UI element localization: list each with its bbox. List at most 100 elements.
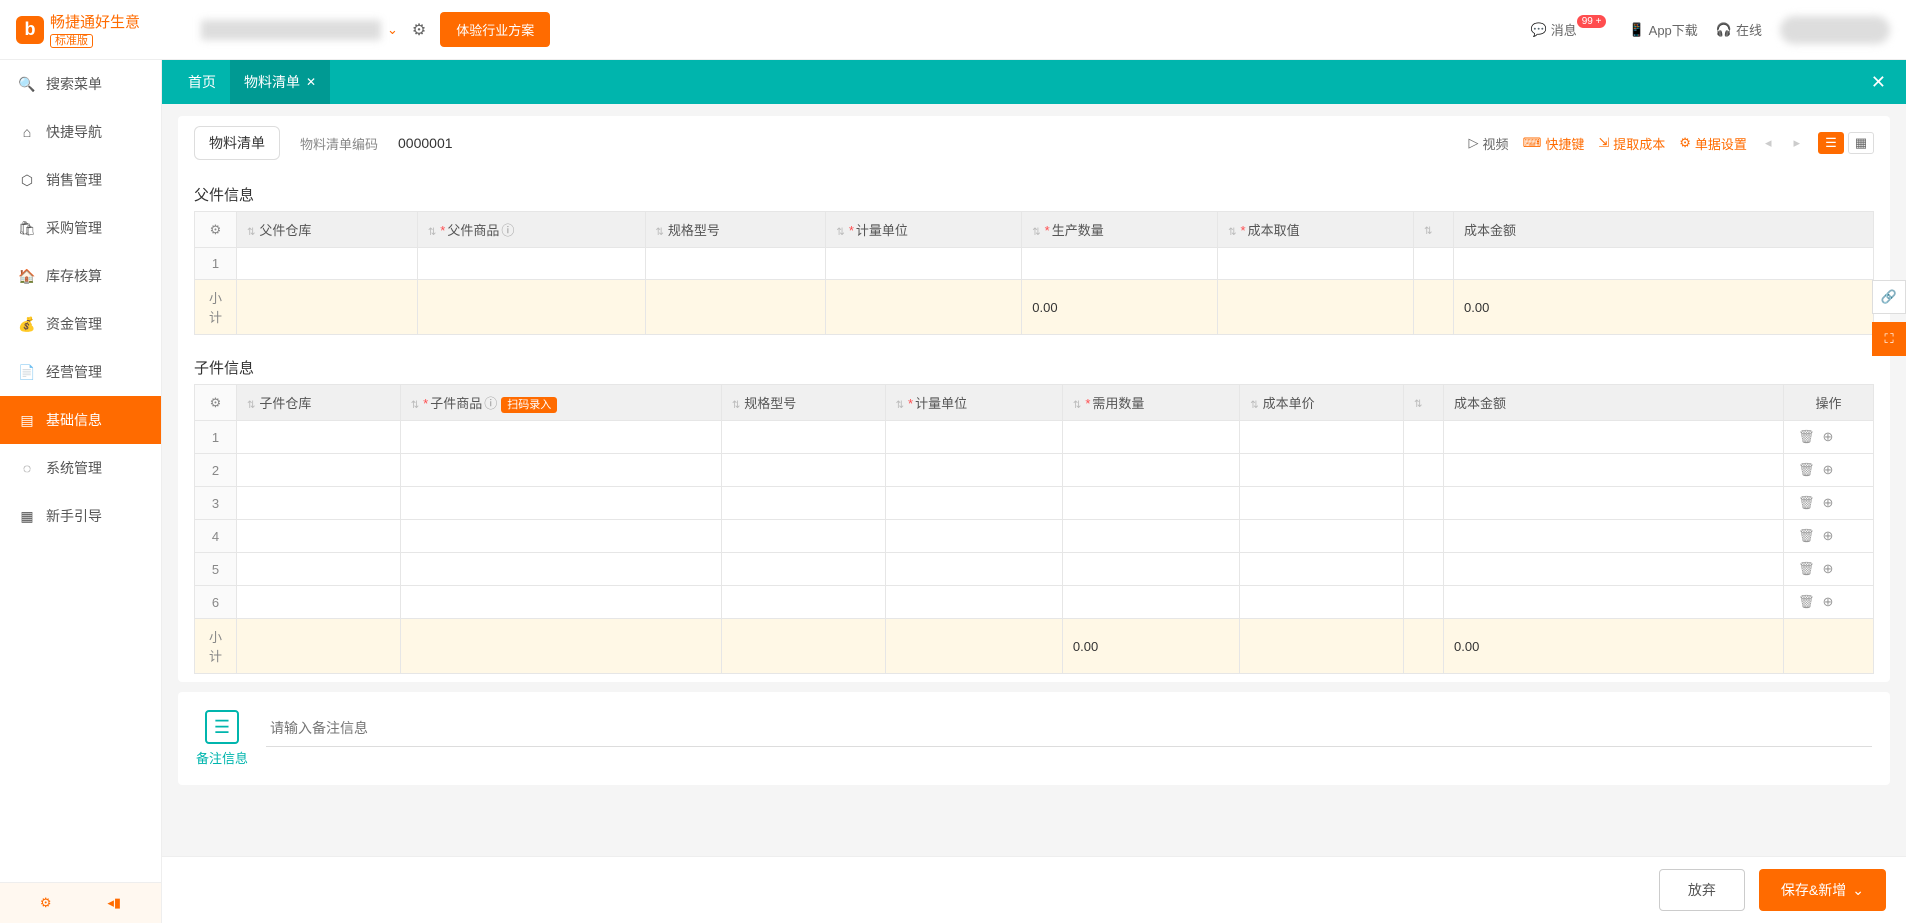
cell-blank[interactable]	[1404, 520, 1444, 553]
col-parent-wh[interactable]: ⇅父件仓库	[237, 212, 418, 248]
cell-goods[interactable]	[400, 553, 721, 586]
tab-home[interactable]: 首页	[174, 60, 230, 104]
sidebar-item-search[interactable]: 🔍搜索菜单	[0, 60, 161, 108]
video-link[interactable]: ▷视频	[1469, 134, 1509, 153]
child-row[interactable]: 3🗑⊕	[195, 487, 1874, 520]
extract-cost-link[interactable]: ⇲提取成本	[1598, 134, 1665, 153]
cell-costprice[interactable]	[1240, 586, 1404, 619]
cell-goods[interactable]	[400, 454, 721, 487]
cell-spec[interactable]	[721, 454, 885, 487]
cell-wh[interactable]	[237, 586, 401, 619]
cell-costsrc[interactable]	[1218, 248, 1414, 280]
cell-wh[interactable]	[237, 487, 401, 520]
col-child-wh[interactable]: ⇅子件仓库	[237, 385, 401, 421]
next-doc-icon[interactable]: ▸	[1789, 135, 1804, 151]
col-child-goods[interactable]: ⇅*子件商品ⓘ扫码录入	[400, 385, 721, 421]
cell-unit[interactable]	[826, 248, 1022, 280]
parent-row[interactable]: 1	[195, 248, 1874, 280]
cell-blank[interactable]	[1404, 454, 1444, 487]
child-row[interactable]: 2🗑⊕	[195, 454, 1874, 487]
sidebar-item-fund[interactable]: 💰资金管理	[0, 300, 161, 348]
cell-unit[interactable]	[885, 586, 1062, 619]
attachment-float-icon[interactable]: 🔗	[1872, 280, 1906, 314]
col-parent-qty[interactable]: ⇅*生产数量	[1022, 212, 1218, 248]
shortcut-link[interactable]: ⌨快捷键	[1523, 134, 1585, 153]
cell-wh[interactable]	[237, 248, 418, 280]
cell-qty[interactable]	[1062, 421, 1239, 454]
cell-goods[interactable]	[417, 248, 645, 280]
user-avatar-blurred[interactable]	[1780, 16, 1890, 44]
col-blank[interactable]: ⇅	[1404, 385, 1444, 421]
delete-row-icon[interactable]: 🗑	[1798, 528, 1815, 543]
cell-wh[interactable]	[237, 454, 401, 487]
cell-unit[interactable]	[885, 421, 1062, 454]
cell-spec[interactable]	[721, 421, 885, 454]
child-row[interactable]: 4🗑⊕	[195, 520, 1874, 553]
cell-costprice[interactable]	[1240, 553, 1404, 586]
save-and-new-button[interactable]: 保存&新增 ⌄	[1759, 869, 1886, 911]
cell-spec[interactable]	[721, 553, 885, 586]
cell-costamt[interactable]	[1444, 454, 1784, 487]
cell-qty[interactable]	[1062, 520, 1239, 553]
cell-costamt[interactable]	[1444, 487, 1784, 520]
cell-costamt[interactable]	[1444, 520, 1784, 553]
tab-close-icon[interactable]: ✕	[306, 75, 316, 89]
cell-costamt[interactable]	[1444, 586, 1784, 619]
delete-row-icon[interactable]: 🗑	[1798, 495, 1815, 510]
doc-settings-link[interactable]: ⚙单据设置	[1679, 134, 1747, 153]
sidebar-item-nav[interactable]: ⌂快捷导航	[0, 108, 161, 156]
add-row-icon[interactable]: ⊕	[1823, 429, 1834, 444]
cell-costprice[interactable]	[1240, 421, 1404, 454]
cell-unit[interactable]	[885, 454, 1062, 487]
add-row-icon[interactable]: ⊕	[1823, 561, 1834, 576]
cell-blank[interactable]	[1404, 487, 1444, 520]
grid-view-toggle[interactable]: ▦	[1848, 132, 1874, 154]
col-parent-costsrc[interactable]: ⇅*成本取值	[1218, 212, 1414, 248]
info-icon[interactable]: ⓘ	[501, 223, 514, 238]
cell-wh[interactable]	[237, 553, 401, 586]
settings-gear-icon[interactable]: ⚙	[412, 20, 426, 40]
cell-goods[interactable]	[400, 586, 721, 619]
expand-float-icon[interactable]: ⛶	[1872, 322, 1906, 356]
cell-qty[interactable]	[1022, 248, 1218, 280]
delete-row-icon[interactable]: 🗑	[1798, 594, 1815, 609]
cell-costamt[interactable]	[1444, 421, 1784, 454]
delete-row-icon[interactable]: 🗑	[1798, 462, 1815, 477]
cell-qty[interactable]	[1062, 487, 1239, 520]
sidebar-item-sales[interactable]: ⬡销售管理	[0, 156, 161, 204]
sidebar-item-system[interactable]: ◌系统管理	[0, 444, 161, 492]
remarks-input[interactable]	[266, 710, 1872, 747]
col-child-costamt[interactable]: 成本金额	[1444, 385, 1784, 421]
cell-blank[interactable]	[1404, 553, 1444, 586]
close-all-tabs-icon[interactable]: ✕	[1863, 72, 1894, 93]
add-row-icon[interactable]: ⊕	[1823, 594, 1834, 609]
tab-bom[interactable]: 物料清单 ✕	[230, 60, 330, 104]
col-parent-spec[interactable]: ⇅规格型号	[645, 212, 826, 248]
cell-blank[interactable]	[1414, 248, 1454, 280]
sidebar-item-purchase[interactable]: 🛍采购管理	[0, 204, 161, 252]
cell-qty[interactable]	[1062, 586, 1239, 619]
cell-costamt[interactable]	[1454, 248, 1874, 280]
add-row-icon[interactable]: ⊕	[1823, 495, 1834, 510]
cell-spec[interactable]	[721, 487, 885, 520]
cell-costprice[interactable]	[1240, 520, 1404, 553]
scan-badge[interactable]: 扫码录入	[501, 397, 557, 413]
add-row-icon[interactable]: ⊕	[1823, 462, 1834, 477]
app-download-link[interactable]: 📱 App下载	[1628, 20, 1697, 39]
cell-qty[interactable]	[1062, 553, 1239, 586]
cell-unit[interactable]	[885, 487, 1062, 520]
col-child-unit[interactable]: ⇅*计量单位	[885, 385, 1062, 421]
child-row[interactable]: 6🗑⊕	[195, 586, 1874, 619]
col-parent-unit[interactable]: ⇅*计量单位	[826, 212, 1022, 248]
sidebar-item-guide[interactable]: ▦新手引导	[0, 492, 161, 540]
cell-spec[interactable]	[645, 248, 826, 280]
cell-qty[interactable]	[1062, 454, 1239, 487]
discard-button[interactable]: 放弃	[1659, 869, 1745, 911]
col-parent-costamt[interactable]: 成本金额	[1454, 212, 1874, 248]
sidebar-settings-icon[interactable]: ⚙	[40, 895, 52, 911]
col-child-spec[interactable]: ⇅规格型号	[721, 385, 885, 421]
prev-doc-icon[interactable]: ◂	[1761, 135, 1776, 151]
add-row-icon[interactable]: ⊕	[1823, 528, 1834, 543]
sidebar-item-stock[interactable]: 🏠库存核算	[0, 252, 161, 300]
col-gear[interactable]: ⚙	[195, 385, 237, 421]
